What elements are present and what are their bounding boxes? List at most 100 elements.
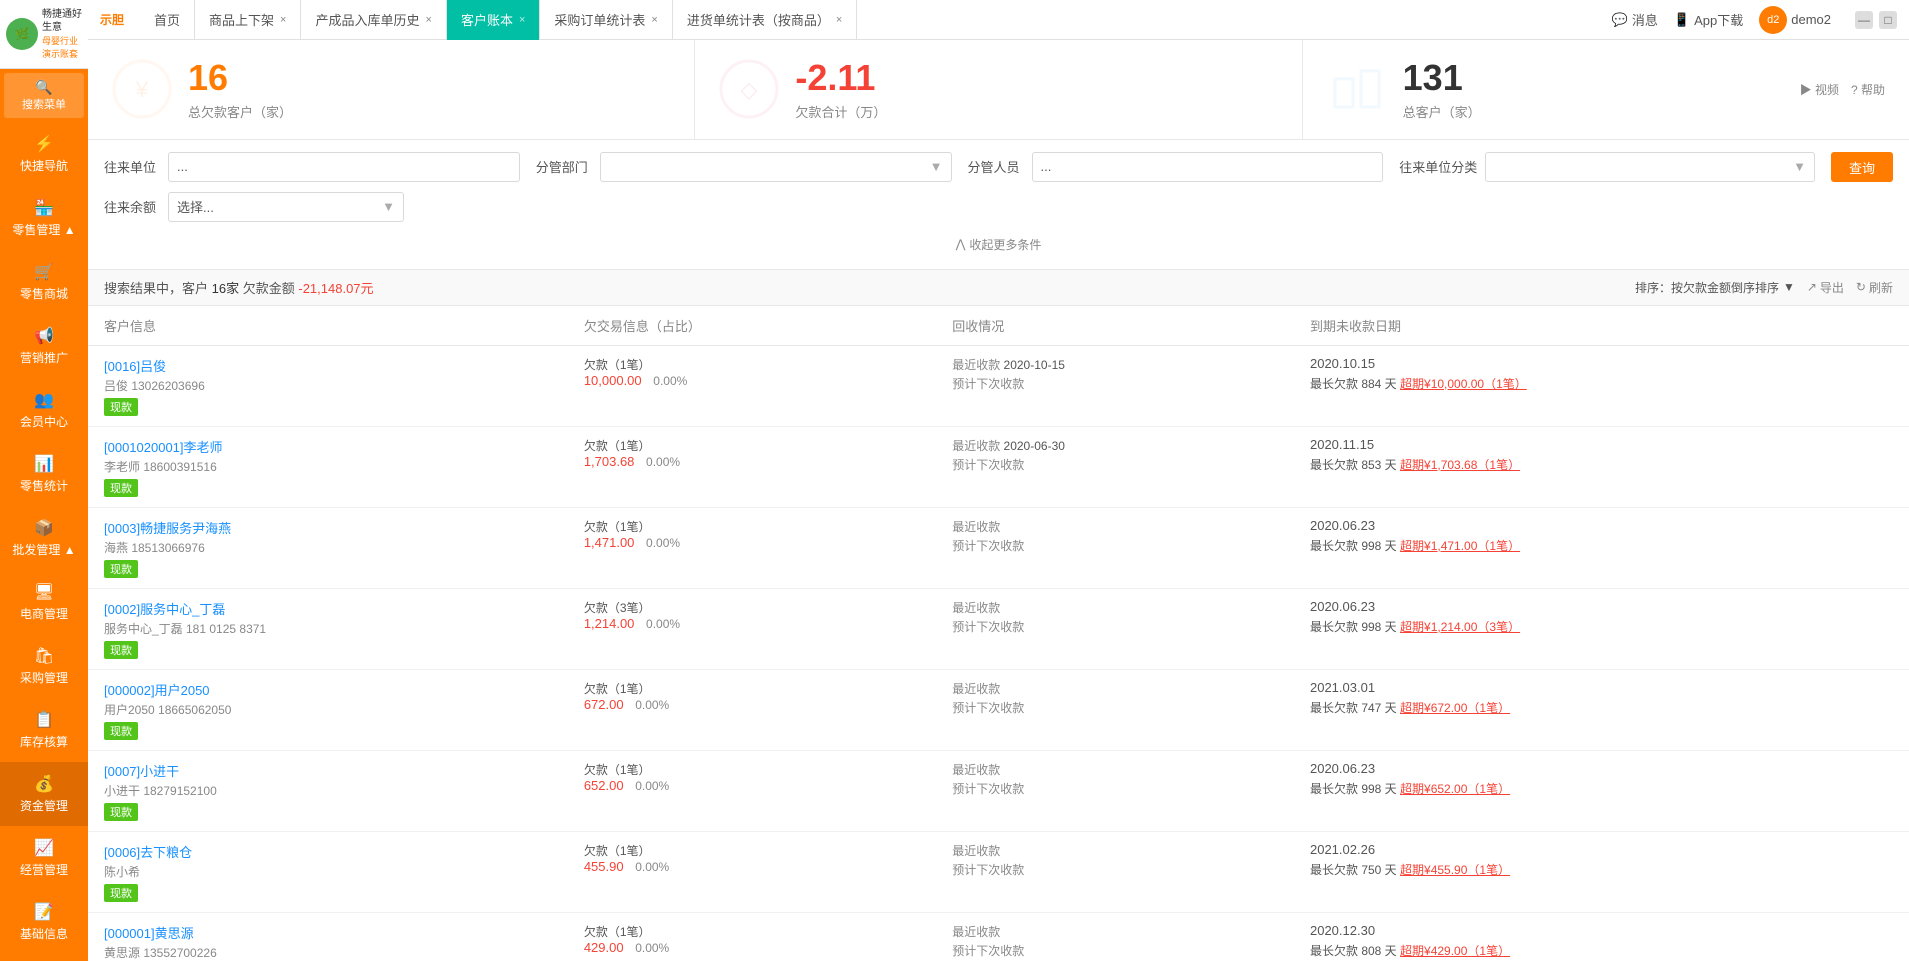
overdue-days-3: 最长欠款 998 天 xyxy=(1310,620,1400,634)
sidebar-item-retail-mgmt[interactable]: 🏪 零售管理 ▲ xyxy=(0,186,88,250)
tab-purchase-stats-close[interactable]: × xyxy=(836,14,842,26)
col-header-collect: 回收情况 xyxy=(936,306,1294,346)
sort-select[interactable]: 排序：按欠款金额倒序排序 ▼ xyxy=(1635,279,1795,296)
summary-cards: ¥ 16 总欠款客户（家） ◇ xyxy=(88,40,1909,140)
sidebar-item-system[interactable]: ⚙ 系统管理 xyxy=(0,954,88,961)
sidebar-item-marketing[interactable]: 📢 营销推广 xyxy=(0,314,88,378)
summary-label-total: 总客户（家） xyxy=(1403,102,1784,121)
customer-name-link-2[interactable]: [0003]畅捷服务尹海燕 xyxy=(104,521,231,536)
results-info: 搜索结果中，客户 16家 欠款金额 -21,148.07元 xyxy=(104,278,374,297)
overdue-amount-link-1[interactable]: 超期¥1,703.68（1笔） xyxy=(1400,458,1520,472)
debt-amount-3: 1,214.00 xyxy=(584,616,635,631)
tab-purchase-order-close[interactable]: × xyxy=(651,14,657,26)
collapse-button[interactable]: ⋀ 收起更多条件 xyxy=(956,236,1042,253)
total-customers-icon xyxy=(1327,59,1387,119)
unit-category-select[interactable]: ▼ xyxy=(1485,152,1815,182)
overdue-amount-link-7[interactable]: 超期¥429.00（1笔） xyxy=(1400,944,1510,958)
refresh-btn[interactable]: ↻ 刷新 xyxy=(1856,279,1893,296)
sidebar-logo: 🌿 畅捷通好生意 母婴行业演示账套 xyxy=(0,0,88,69)
customer-name-link-1[interactable]: [0001020001]李老师 xyxy=(104,440,223,455)
staff-input[interactable]: ... xyxy=(1032,152,1384,182)
cell-customer-3: [0002]服务中心_丁磊 服务中心_丁磊 181 0125 8371 现款 xyxy=(88,588,568,669)
sidebar-item-inventory[interactable]: 📋 库存核算 xyxy=(0,698,88,762)
table-row: [000001]黄思源 黄思源 13552700226 现款 欠款（1笔） 42… xyxy=(88,912,1909,961)
overdue-amount-link-0[interactable]: 超期¥10,000.00（1笔） xyxy=(1400,377,1527,391)
export-btn[interactable]: ↗ 导出 xyxy=(1807,279,1844,296)
customer-name-link-0[interactable]: [0016]吕俊 xyxy=(104,359,166,374)
search-button[interactable]: 查询 xyxy=(1831,152,1893,182)
debt-amount-0: 10,000.00 xyxy=(584,373,642,388)
tab-purchase-order[interactable]: 采购订单统计表 × xyxy=(540,0,672,40)
cell-debt-4: 欠款（1笔） 672.00 0.00% xyxy=(568,669,936,750)
quick-nav-icon: ⚡ xyxy=(34,134,54,154)
dept-select[interactable]: ▼ xyxy=(600,152,952,182)
sidebar-item-search-menu[interactable]: 🔍 搜索菜单 xyxy=(4,73,84,118)
sidebar-item-operations[interactable]: 📈 经营管理 xyxy=(0,826,88,890)
sidebar-item-label: 经营管理 xyxy=(20,861,68,878)
tab-production-history-close[interactable]: × xyxy=(426,14,432,26)
cell-overdue-5: 2020.06.23 最长欠款 998 天 超期¥652.00（1笔） xyxy=(1294,750,1909,831)
customer-name-link-5[interactable]: [0007]小进干 xyxy=(104,764,179,779)
overdue-amount-link-6[interactable]: 超期¥455.90（1笔） xyxy=(1400,863,1510,877)
sidebar-item-retail-mall[interactable]: 🛒 零售商城 xyxy=(0,250,88,314)
col-header-customer: 客户信息 xyxy=(88,306,568,346)
debt-amount-1: 1,703.68 xyxy=(584,454,635,469)
sidebar-item-label: 批发管理 ▲ xyxy=(12,541,75,558)
customer-name-link-3[interactable]: [0002]服务中心_丁磊 xyxy=(104,602,225,617)
customer-phone-0: 吕俊 13026203696 xyxy=(104,377,552,394)
tab-purchase-stats[interactable]: 进货单统计表（按商品） × xyxy=(673,0,857,40)
overdue-amount-link-2[interactable]: 超期¥1,471.00（1笔） xyxy=(1400,539,1520,553)
inventory-icon: 📋 xyxy=(34,710,54,730)
overdue-amount-link-3[interactable]: 超期¥1,214.00（3笔） xyxy=(1400,620,1520,634)
cell-debt-2: 欠款（1笔） 1,471.00 0.00% xyxy=(568,507,936,588)
customer-phone-5: 小进干 18279152100 xyxy=(104,782,552,799)
sidebar-item-label: 营销推广 xyxy=(20,349,68,366)
tab-customer-account[interactable]: 客户账本 × xyxy=(447,0,540,40)
user-menu[interactable]: d2 demo2 xyxy=(1759,6,1831,34)
source-unit-input[interactable]: ... xyxy=(168,152,520,182)
sidebar-item-ecommerce[interactable]: 🖥 电商管理 xyxy=(0,570,88,634)
sidebar-item-member-center[interactable]: 👥 会员中心 xyxy=(0,378,88,442)
customer-name-link-6[interactable]: [0006]去下粮仓 xyxy=(104,845,192,860)
overdue-amount-link-5[interactable]: 超期¥652.00（1笔） xyxy=(1400,782,1510,796)
phone-icon: 📱 xyxy=(1674,12,1690,28)
minimize-btn[interactable]: — xyxy=(1855,11,1873,29)
overdue-amount-link-4[interactable]: 超期¥672.00（1笔） xyxy=(1400,701,1510,715)
collect-next-2: 预计下次收款 xyxy=(952,537,1278,554)
overdue-days-5: 最长欠款 998 天 xyxy=(1310,782,1400,796)
customer-name-link-7[interactable]: [000001]黄思源 xyxy=(104,926,194,941)
customer-tag-3: 现款 xyxy=(104,641,138,659)
data-table: 客户信息 欠交易信息（占比） 回收情况 到期未收款日期 [0016]吕俊 吕俊 … xyxy=(88,306,1909,961)
tab-products-offline[interactable]: 商品上下架 × xyxy=(195,0,301,40)
sidebar-item-base-info[interactable]: 📝 基础信息 xyxy=(0,890,88,954)
sidebar-item-batch-mgmt[interactable]: 📦 批发管理 ▲ xyxy=(0,506,88,570)
tab-production-history[interactable]: 产成品入库单历史 × xyxy=(301,0,446,40)
app-download-btn[interactable]: 📱 App下载 xyxy=(1674,10,1743,29)
overdue-info-3: 最长欠款 998 天 超期¥1,214.00（3笔） xyxy=(1310,618,1893,635)
sidebar-item-retail-stats[interactable]: 📊 零售统计 xyxy=(0,442,88,506)
tab-customer-account-close[interactable]: × xyxy=(519,14,525,26)
overdue-date-7: 2020.12.30 xyxy=(1310,923,1893,938)
window-controls: — □ xyxy=(1855,11,1897,29)
customer-name-link-4[interactable]: [000002]用户2050 xyxy=(104,683,210,698)
sidebar-item-finance[interactable]: 💰 资金管理 xyxy=(0,762,88,826)
overdue-days-0: 最长欠款 884 天 xyxy=(1310,377,1400,391)
sidebar-item-quick-nav[interactable]: ⚡ 快捷导航 xyxy=(0,122,88,186)
tab-home[interactable]: 首页 xyxy=(140,0,195,40)
cell-customer-2: [0003]畅捷服务尹海燕 海燕 18513066976 现款 xyxy=(88,507,568,588)
tab-home-label: 首页 xyxy=(154,10,180,29)
summary-card-total-debt: ◇ -2.11 欠款合计（万） xyxy=(695,40,1302,139)
help-btn[interactable]: ? 帮助 xyxy=(1851,81,1885,98)
overdue-days-1: 最长欠款 853 天 xyxy=(1310,458,1400,472)
collect-label-5: 最近收款 xyxy=(952,761,1278,778)
sidebar-item-purchase-mgmt[interactable]: 🛍 采购管理 xyxy=(0,634,88,698)
video-btn[interactable]: ▶ 视频 xyxy=(1800,81,1839,98)
maximize-btn[interactable]: □ xyxy=(1879,11,1897,29)
collect-next-3: 预计下次收款 xyxy=(952,618,1278,635)
table-row: [0003]畅捷服务尹海燕 海燕 18513066976 现款 欠款（1笔） 1… xyxy=(88,507,1909,588)
balance-select[interactable]: 选择... ▼ xyxy=(168,192,404,222)
summary-card-total-customers: 131 总客户（家） ▶ 视频 ? 帮助 xyxy=(1303,40,1909,139)
tab-products-offline-close[interactable]: × xyxy=(280,14,286,26)
refresh-icon: ↻ xyxy=(1856,280,1866,294)
message-btn[interactable]: 💬 消息 xyxy=(1612,10,1658,29)
